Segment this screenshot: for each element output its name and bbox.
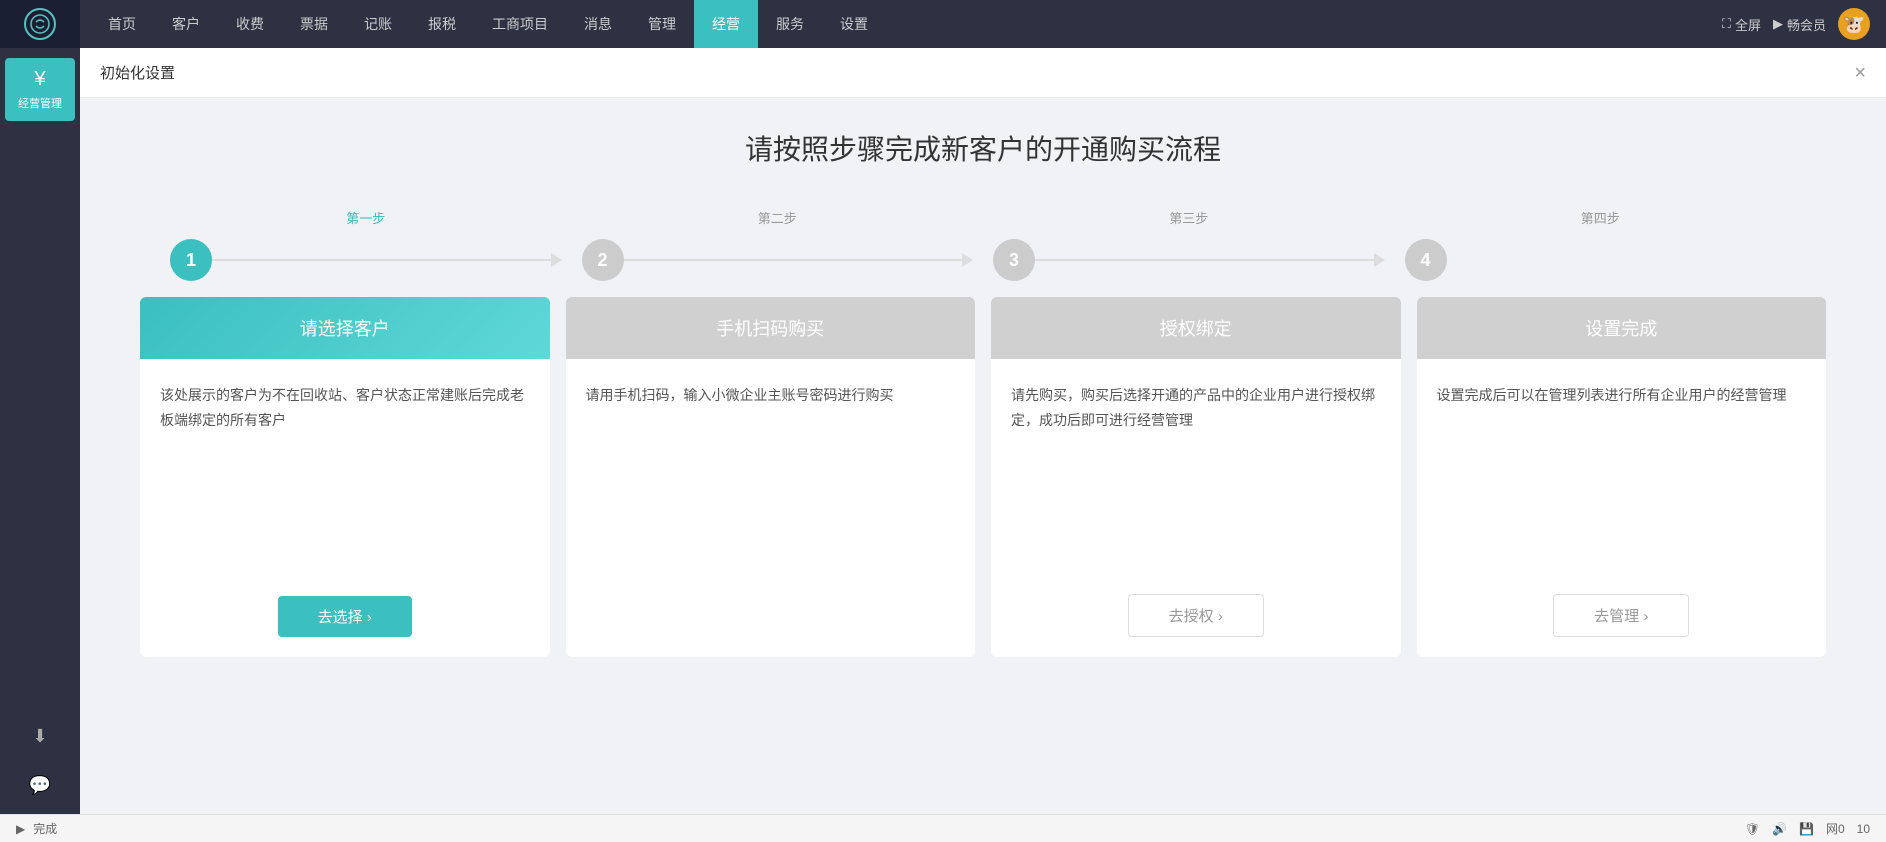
step-1-visual: 第一步 1: [170, 208, 562, 281]
chat-icon: 💬: [29, 775, 51, 796]
nav-tax[interactable]: 报税: [410, 0, 474, 48]
cards-row: 请选择客户 该处展示的客户为不在回收站、客户状态正常建账后完成老板端绑定的所有客…: [140, 297, 1826, 657]
card-step2: 手机扫码购买 请用手机扫码，输入小微企业主账号密码进行购买: [566, 297, 976, 657]
step-2-visual: 第二步 2: [582, 208, 974, 281]
shield-icon: 🛡: [1745, 822, 1760, 836]
step-3-line: [1035, 259, 1374, 261]
fullscreen-icon: ⛶: [1722, 16, 1731, 32]
card2-body: 请用手机扫码，输入小微企业主账号密码进行购买: [566, 359, 976, 621]
fullscreen-btn[interactable]: ⛶ 全屏: [1722, 15, 1761, 34]
sidebar-item-operation[interactable]: ¥ 经营管理: [5, 58, 75, 121]
card-step1: 请选择客户 该处展示的客户为不在回收站、客户状态正常建账后完成老板端绑定的所有客…: [140, 297, 550, 657]
card2-footer: [566, 621, 976, 657]
nav-business[interactable]: 工商项目: [474, 0, 566, 48]
sidebar-chat[interactable]: 💬: [5, 765, 75, 806]
network-status: 网0: [1826, 820, 1845, 837]
nav-settings[interactable]: 设置: [822, 0, 886, 48]
card1-body-text: 该处展示的客户为不在回收站、客户状态正常建账后完成老板端绑定的所有客户: [160, 387, 524, 428]
nav-items: 首页 客户 收费 票据 记账 报税 工商项目 消息 管理 经营 服务 设置: [80, 0, 1722, 48]
nav-fee[interactable]: 收费: [218, 0, 282, 48]
step-1-circle: 1: [170, 239, 212, 281]
step-3-label: 第三步: [1169, 208, 1208, 227]
step-3-circle: 3: [993, 239, 1035, 281]
go-select-button[interactable]: 去选择 ›: [278, 596, 412, 637]
page-header: 初始化设置 ×: [80, 48, 1886, 98]
card3-body-text: 请先购买，购买后选择开通的产品中的企业用户进行授权绑定，成功后即可进行经营管理: [1011, 387, 1375, 428]
sidebar-download[interactable]: ⬇: [5, 716, 75, 757]
step-3-visual: 第三步 3: [993, 208, 1385, 281]
nav-message[interactable]: 消息: [566, 0, 630, 48]
download-icon: ⬇: [32, 726, 47, 747]
avatar[interactable]: 🐮: [1838, 8, 1870, 40]
wizard-heading: 请按照步骤完成新客户的开通购买流程: [140, 128, 1826, 168]
operation-icon: ¥: [34, 68, 45, 91]
step-1-arrow: [551, 253, 562, 267]
step-3-row: 3: [993, 239, 1385, 281]
wizard-container: 请按照步骤完成新客户的开通购买流程 第一步 1: [80, 98, 1886, 687]
step-1-label: 第一步: [346, 208, 385, 227]
time-display: 10: [1857, 822, 1870, 836]
status-bar-left: ▶ 完成: [16, 820, 57, 837]
nav-customer[interactable]: 客户: [154, 0, 218, 48]
vip-btn[interactable]: ▶ 畅会员: [1773, 15, 1826, 34]
status-bar: ▶ 完成 🛡 🔊 💾 网0 10: [0, 814, 1886, 842]
card1-header: 请选择客户: [140, 297, 550, 359]
card1-body: 该处展示的客户为不在回收站、客户状态正常建账后完成老板端绑定的所有客户: [140, 359, 550, 580]
step-1-row: 1: [170, 239, 562, 281]
vip-icon: ▶: [1773, 16, 1783, 32]
card4-body-text: 设置完成后可以在管理列表进行所有企业用户的经营管理: [1437, 387, 1787, 403]
card-step4: 设置完成 设置完成后可以在管理列表进行所有企业用户的经营管理 去管理 ›: [1417, 297, 1827, 657]
play-icon: ▶: [16, 822, 25, 836]
step-2-circle: 2: [582, 239, 624, 281]
step-2-label: 第二步: [758, 208, 797, 227]
page-title: 初始化设置: [100, 62, 175, 83]
go-authorize-button[interactable]: 去授权 ›: [1128, 594, 1264, 637]
step-2-arrow: [962, 253, 973, 267]
step-4-visual: 第四步 4: [1405, 208, 1797, 281]
status-bar-right: 🛡 🔊 💾 网0 10: [1745, 820, 1870, 837]
card4-body: 设置完成后可以在管理列表进行所有企业用户的经营管理: [1417, 359, 1827, 578]
nav-ticket[interactable]: 票据: [282, 0, 346, 48]
card4-footer: 去管理 ›: [1417, 578, 1827, 657]
card4-header: 设置完成: [1417, 297, 1827, 359]
step-2-row: 2: [582, 239, 974, 281]
nav-manage[interactable]: 管理: [630, 0, 694, 48]
card-step3: 授权绑定 请先购买，购买后选择开通的产品中的企业用户进行授权绑定，成功后即可进行…: [991, 297, 1401, 657]
card3-body: 请先购买，购买后选择开通的产品中的企业用户进行授权绑定，成功后即可进行经营管理: [991, 359, 1401, 578]
nav-right: ⛶ 全屏 ▶ 畅会员 🐮: [1722, 8, 1886, 40]
save-icon: 💾: [1799, 822, 1814, 836]
sidebar: ¥ 经营管理 ⬇ 💬: [0, 48, 80, 814]
step-4-row: 4: [1405, 239, 1797, 281]
content-area: 初始化设置 × 请按照步骤完成新客户的开通购买流程 第一步 1: [80, 48, 1886, 814]
step-2-line: [624, 259, 963, 261]
step-4-label: 第四步: [1581, 208, 1620, 227]
nav-account[interactable]: 记账: [346, 0, 410, 48]
card3-header: 授权绑定: [991, 297, 1401, 359]
go-manage-button[interactable]: 去管理 ›: [1553, 594, 1689, 637]
close-button[interactable]: ×: [1854, 63, 1866, 83]
logo[interactable]: [0, 0, 80, 48]
card1-footer: 去选择 ›: [140, 580, 550, 657]
step-1-line: [212, 259, 551, 261]
sidebar-item-label: 经营管理: [18, 95, 62, 111]
card3-footer: 去授权 ›: [991, 578, 1401, 657]
steps-visual: 第一步 1 第二步 2: [140, 208, 1826, 281]
nav-service[interactable]: 服务: [758, 0, 822, 48]
card2-body-text: 请用手机扫码，输入小微企业主账号密码进行购买: [586, 387, 894, 403]
top-nav: 首页 客户 收费 票据 记账 报税 工商项目 消息 管理 经营 服务 设置 ⛶ …: [0, 0, 1886, 48]
logo-icon: [24, 8, 56, 40]
step-3-arrow: [1374, 253, 1385, 267]
card2-header: 手机扫码购买: [566, 297, 976, 359]
step-4-circle: 4: [1405, 239, 1447, 281]
sound-icon: 🔊: [1772, 822, 1787, 836]
nav-home[interactable]: 首页: [90, 0, 154, 48]
main-layout: ¥ 经营管理 ⬇ 💬 初始化设置 × 请按照步骤完成新客户的开通购买流程 第一步: [0, 48, 1886, 814]
status-label: 完成: [33, 820, 57, 837]
nav-operation[interactable]: 经营: [694, 0, 758, 48]
